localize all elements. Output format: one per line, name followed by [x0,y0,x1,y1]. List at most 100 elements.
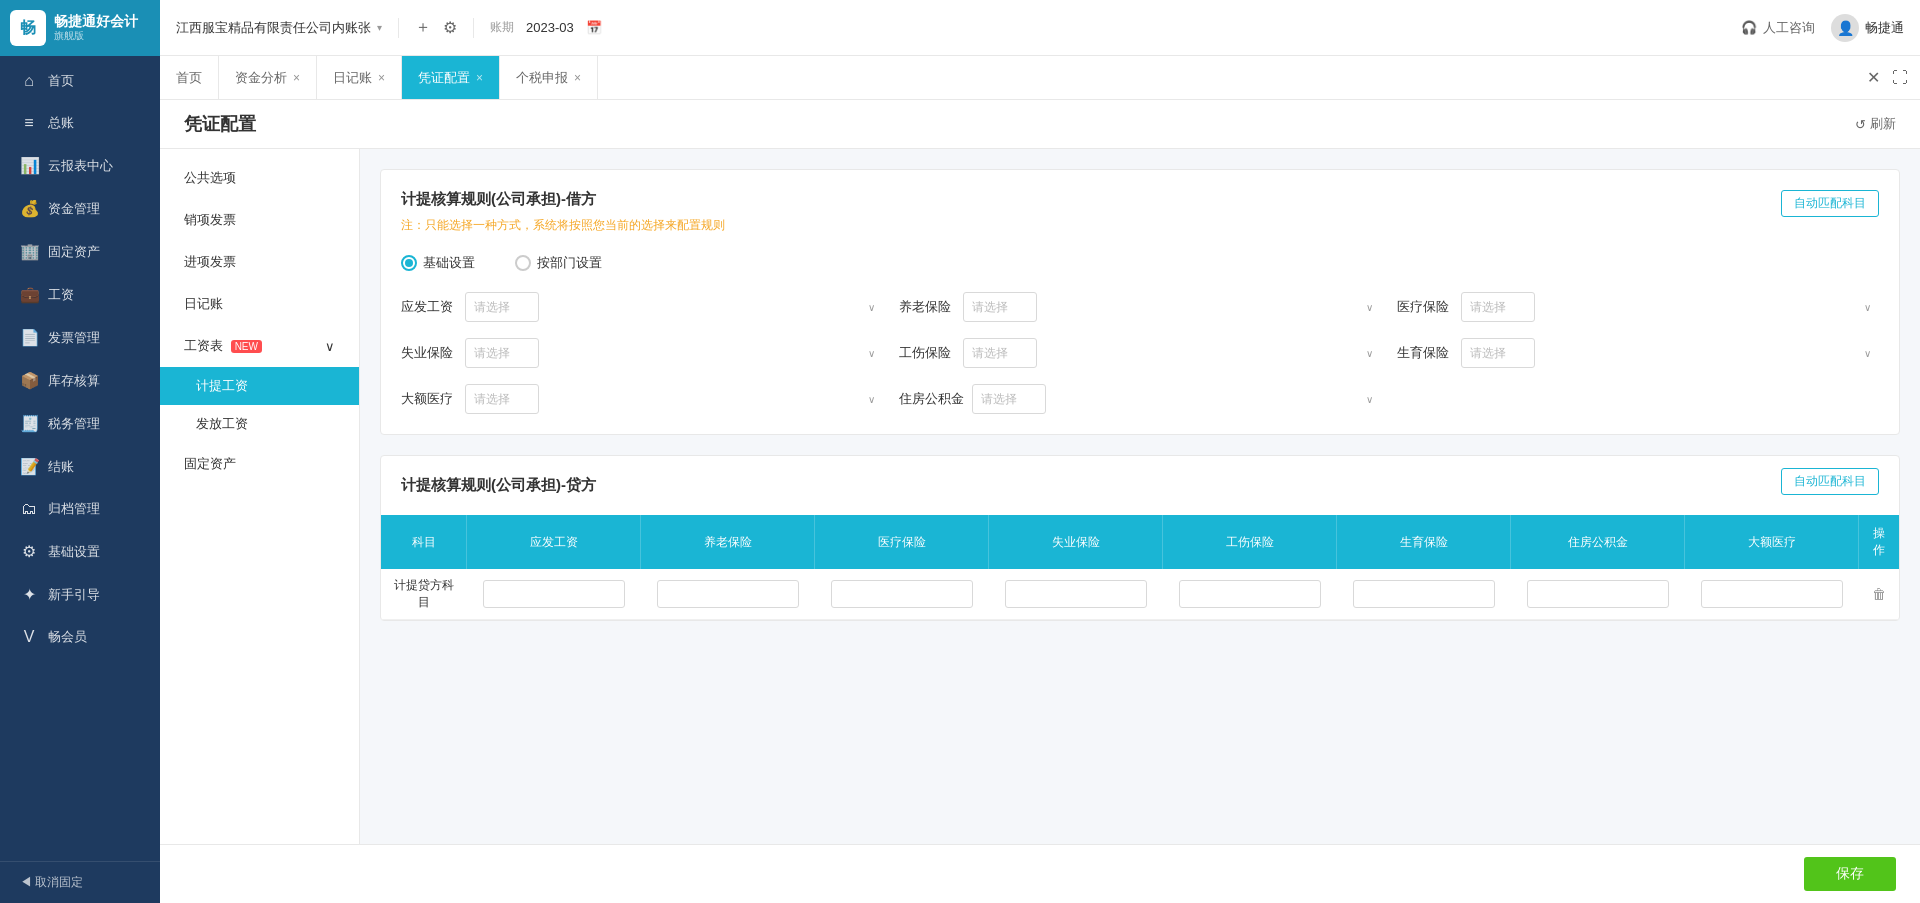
sidebar-footer[interactable]: ◀ 取消固定 [0,861,160,903]
housing-fund-select-wrapper: 请选择 [972,384,1381,414]
delete-row-button[interactable]: 🗑 [1872,586,1886,602]
sidebar-item-settings[interactable]: ⚙ 基础设置 [0,530,160,573]
tab-voucher[interactable]: 凭证配置 × [402,56,500,99]
close-tab-journal[interactable]: × [378,71,385,85]
sidebar-item-reports[interactable]: 📊 云报表中心 [0,144,160,187]
td-large-medical-input[interactable] [1701,580,1843,608]
tab-fund[interactable]: 资金分析 × [219,56,317,99]
sidebar-item-assets[interactable]: 🏢 固定资产 [0,230,160,273]
sidebar-item-label: 归档管理 [48,500,100,518]
payroll-pay-label: 发放工资 [196,416,248,431]
large-medical-select[interactable]: 请选择 [465,384,539,414]
sidebar-item-archive[interactable]: 🗂 归档管理 [0,488,160,530]
sidebar-item-inventory[interactable]: 📦 库存核算 [0,359,160,402]
left-menu-purchase[interactable]: 进项发票 [160,241,359,283]
pension-select[interactable]: 请选择 [963,292,1037,322]
maternity-select[interactable]: 请选择 [1461,338,1535,368]
td-unemployment-input-cell [989,569,1163,620]
sidebar-item-salary[interactable]: 💼 工资 [0,273,160,316]
left-menu-payroll-table[interactable]: 工资表 NEW ∨ [160,325,359,367]
left-menu-payroll-calc[interactable]: 计提工资 [160,367,359,405]
radio-basic-circle [401,255,417,271]
tab-voucher-label: 凭证配置 [418,69,470,87]
form-item-maternity: 生育保险 请选择 [1397,338,1879,368]
sidebar-item-guide[interactable]: ✦ 新手引导 [0,573,160,616]
sidebar-item-vip[interactable]: V 畅会员 [0,616,160,658]
headset-icon: 🎧 [1741,20,1757,35]
left-menu-public[interactable]: 公共选项 [160,157,359,199]
th-unemployment: 失业保险 [989,515,1163,569]
left-menu-sales[interactable]: 销项发票 [160,199,359,241]
medical-select[interactable]: 请选择 [1461,292,1535,322]
purchase-label: 进项发票 [184,254,236,269]
wage-label: 应发工资 [401,298,457,316]
credit-section-title: 计提核算规则(公司承担)-贷方 [401,476,596,495]
left-menu-journal[interactable]: 日记账 [160,283,359,325]
td-injury-input[interactable] [1179,580,1321,608]
injury-select[interactable]: 请选择 [963,338,1037,368]
calendar-icon[interactable]: 📅 [586,20,602,35]
th-wage: 应发工资 [467,515,641,569]
refresh-button[interactable]: ↺ 刷新 [1855,115,1896,133]
company-selector[interactable]: 江西服宝精品有限责任公司内账张 ▾ [176,19,382,37]
close-tab-tax[interactable]: × [574,71,581,85]
table-header-row: 科目 应发工资 养老保险 医疗保险 失业保险 工伤保险 生育保险 住房公积金 大… [381,515,1899,569]
th-large-medical: 大额医疗 [1685,515,1859,569]
tab-tax[interactable]: 个税申报 × [500,56,598,99]
payroll-table-label: 工资表 NEW [184,337,262,355]
topbar-divider-1 [398,18,399,38]
maximize-icon[interactable]: ⛶ [1892,69,1908,87]
tab-journal[interactable]: 日记账 × [317,56,402,99]
radio-basic[interactable]: 基础设置 [401,254,475,272]
auto-match-debit-button[interactable]: 自动匹配科目 [1781,190,1879,217]
pension-label: 养老保险 [899,298,955,316]
sidebar-item-tax[interactable]: 🧾 税务管理 [0,402,160,445]
radio-department[interactable]: 按部门设置 [515,254,602,272]
left-menu-payroll-pay[interactable]: 发放工资 [160,405,359,443]
left-menu-fixed[interactable]: 固定资产 [160,443,359,485]
sidebar-item-label: 库存核算 [48,372,100,390]
settings-button[interactable]: ⚙ [443,18,457,37]
sidebar-item-label: 云报表中心 [48,157,113,175]
sidebar-item-home[interactable]: ⌂ 首页 [0,60,160,102]
td-housing-input[interactable] [1527,580,1669,608]
sidebar-item-invoice[interactable]: 📄 发票管理 [0,316,160,359]
credit-section: 计提核算规则(公司承担)-贷方 自动匹配科目 科目 应发工资 养老保险 医疗保险… [380,455,1900,621]
th-housing: 住房公积金 [1511,515,1685,569]
user-name: 畅捷通 [1865,19,1904,37]
th-maternity: 生育保险 [1337,515,1511,569]
unemployment-select[interactable]: 请选择 [465,338,539,368]
salary-icon: 💼 [20,285,38,304]
save-bar: 保存 [160,844,1920,903]
support-button[interactable]: 🎧 人工咨询 [1741,19,1815,37]
td-action-cell: 🗑 [1859,569,1899,620]
topbar: 江西服宝精品有限责任公司内账张 ▾ ＋ ⚙ 账期 2023-03 📅 🎧 人工咨… [160,0,1920,56]
sidebar-item-fund[interactable]: 💰 资金管理 [0,187,160,230]
td-pension-input[interactable] [657,580,799,608]
guide-icon: ✦ [20,585,38,604]
form-item-wage: 应发工资 请选择 [401,292,883,322]
td-maternity-input[interactable] [1353,580,1495,608]
unemployment-label: 失业保险 [401,344,457,362]
housing-fund-select[interactable]: 请选择 [972,384,1046,414]
tab-home[interactable]: 首页 [160,56,219,99]
add-account-button[interactable]: ＋ [415,17,431,38]
user-info[interactable]: 👤 畅捷通 [1831,14,1904,42]
left-menu: 公共选项 销项发票 进项发票 日记账 工资表 NEW ∨ [160,149,360,903]
td-medical-input[interactable] [831,580,973,608]
td-wage-input[interactable] [483,580,625,608]
sidebar-item-label: 新手引导 [48,586,100,604]
auto-match-credit-button[interactable]: 自动匹配科目 [1781,468,1879,495]
sidebar-item-ledger[interactable]: ≡ 总账 [0,102,160,144]
large-medical-select-wrapper: 请选择 [465,384,883,414]
sidebar-item-label: 首页 [48,72,74,90]
save-button[interactable]: 保存 [1804,857,1896,891]
sidebar-item-settlement[interactable]: 📝 结账 [0,445,160,488]
close-tab-voucher[interactable]: × [476,71,483,85]
sidebar-item-label: 基础设置 [48,543,100,561]
close-tab-fund[interactable]: × [293,71,300,85]
wage-select[interactable]: 请选择 [465,292,539,322]
close-all-icon[interactable]: ✕ [1867,68,1880,87]
td-unemployment-input[interactable] [1005,580,1147,608]
unpin-label: ◀ 取消固定 [20,874,83,891]
